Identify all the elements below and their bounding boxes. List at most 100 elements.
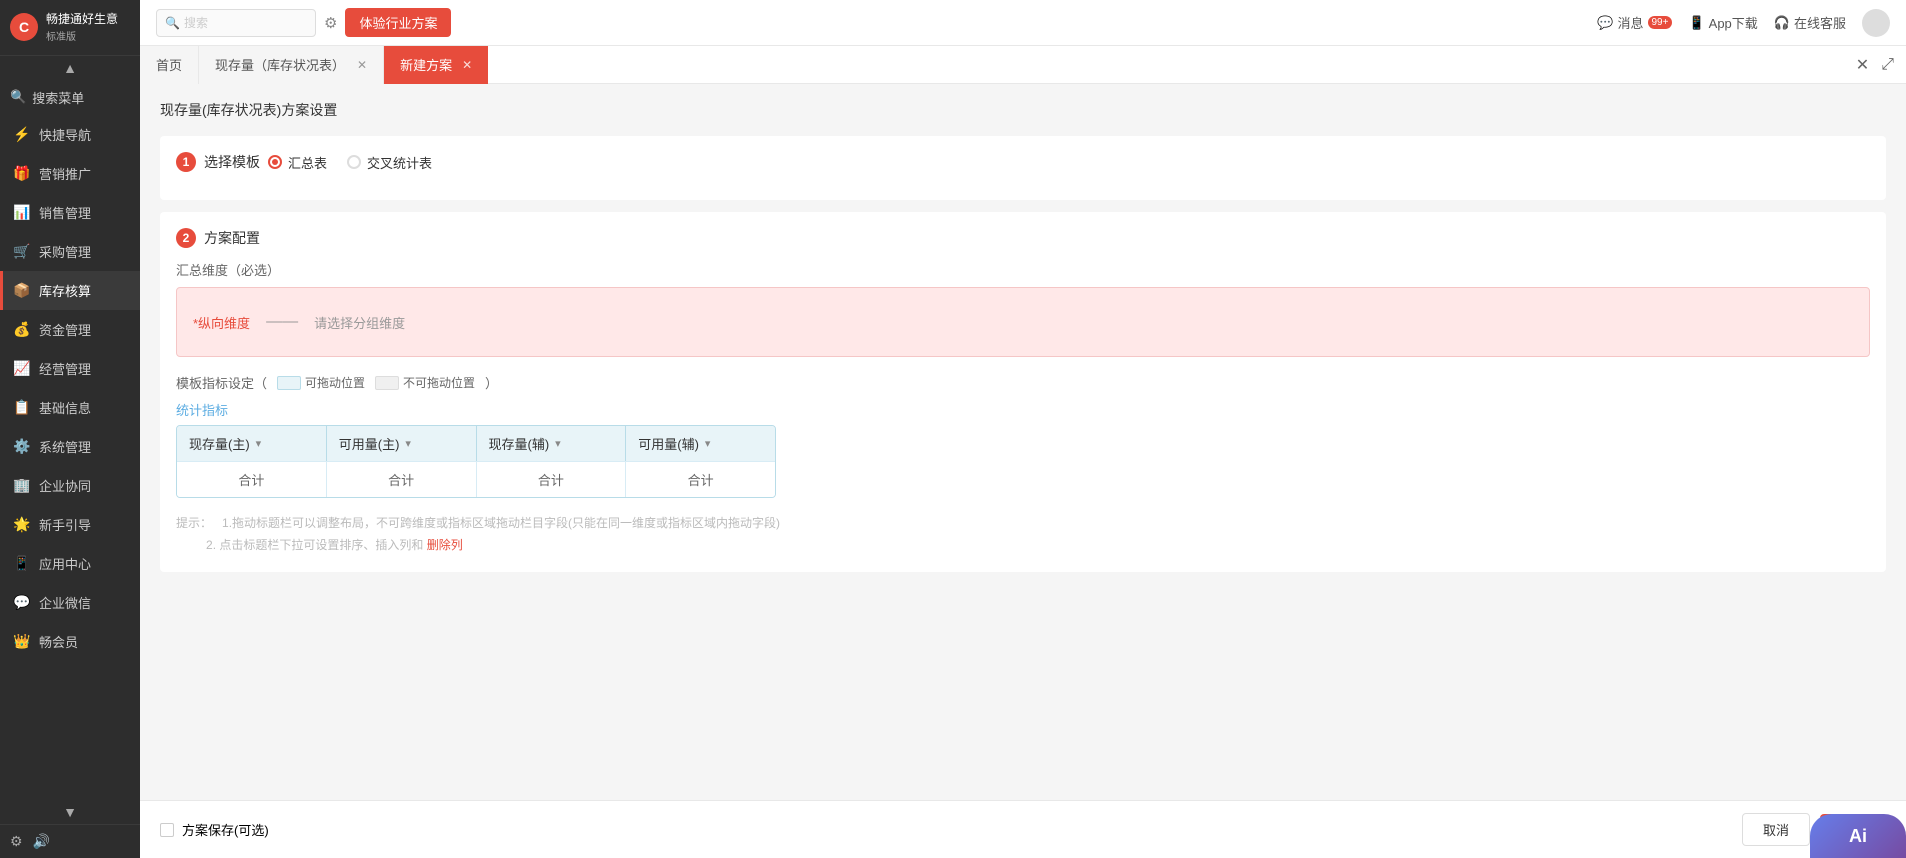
chevron-down-icon-4: ▾ <box>705 437 711 450</box>
sidebar-item-member[interactable]: 👑 畅会员 <box>0 622 140 661</box>
sidebar-scroll-up[interactable]: ▲ <box>0 56 140 80</box>
sidebar-item-marketing[interactable]: 🎁 营销推广 <box>0 154 140 193</box>
radio-cross-dot <box>347 155 361 169</box>
template-label-text: 模板指标设定（ <box>176 373 267 392</box>
sidebar-item-finance[interactable]: 💰 资金管理 <box>0 310 140 349</box>
main-area: 🔍 搜索 ⚙ 体验行业方案 💬 消息 99+ 📱 App下载 🎧 在线客服 <box>140 0 1906 858</box>
tip1-text: 提示： 1.拖动标题栏可以调整布局，不可跨维度或指标区域拖动栏目字段(只能在同一… <box>176 513 1870 535</box>
app-download-label: App下载 <box>1709 13 1758 32</box>
dimension-box: *纵向维度 —— 请选择分组维度 <box>176 287 1870 357</box>
indicator-col-1[interactable]: 现存量(主) ▾ <box>177 426 327 461</box>
wecom-icon: 💬 <box>13 593 31 611</box>
legend-draggable-box <box>277 376 301 390</box>
online-service-item[interactable]: 🎧 在线客服 <box>1774 13 1846 32</box>
chevron-down-icon-2: ▾ <box>405 437 411 450</box>
tab-inventory-status[interactable]: 现存量（库存状况表） ✕ <box>199 46 384 84</box>
sidebar-item-appstore[interactable]: 📱 应用中心 <box>0 544 140 583</box>
settings-icon[interactable]: ⚙ <box>324 14 337 32</box>
dimension-placeholder: 请选择分组维度 <box>314 313 405 332</box>
tabs-bar: 首页 现存量（库存状况表） ✕ 新建方案 ✕ ✕ ⤢ <box>140 46 1906 84</box>
tab-new-scheme[interactable]: 新建方案 ✕ <box>384 46 488 84</box>
topbar-search-box[interactable]: 🔍 搜索 <box>156 9 316 37</box>
sidebar-item-operation[interactable]: 📈 经营管理 <box>0 349 140 388</box>
sidebar-item-purchase[interactable]: 🛒 采购管理 <box>0 232 140 271</box>
sidebar-search[interactable]: 🔍 搜索菜单 <box>0 80 140 115</box>
legend-draggable-label: 可拖动位置 <box>305 374 365 391</box>
template-radio-group: 汇总表 交叉统计表 <box>268 153 432 172</box>
step1-badge: 1 <box>176 152 196 172</box>
save-option-label: 方案保存(可选) <box>182 820 269 839</box>
sidebar-item-system[interactable]: ⚙️ 系统管理 <box>0 427 140 466</box>
indicator-sub-2: 合计 <box>327 462 477 497</box>
tips-title: 提示： <box>176 516 212 530</box>
topbar-left: 🔍 搜索 ⚙ 体验行业方案 <box>156 8 1587 37</box>
legend-non-draggable-box <box>375 376 399 390</box>
indicator-col-2[interactable]: 可用量(主) ▾ <box>327 426 477 461</box>
indicator-table-header: 现存量(主) ▾ 可用量(主) ▾ 现存量(辅) ▾ 可用量(辅) <box>177 426 775 461</box>
radio-summary-label: 汇总表 <box>288 153 327 172</box>
sidebar-item-quick-nav[interactable]: ⚡ 快捷导航 <box>0 115 140 154</box>
sidebar-item-label: 经营管理 <box>39 359 91 378</box>
tab-inventory-status-label: 现存量（库存状况表） <box>215 55 345 74</box>
finance-icon: 💰 <box>13 320 31 338</box>
sidebar-item-sales[interactable]: 📊 销售管理 <box>0 193 140 232</box>
sales-icon: 📊 <box>13 203 31 221</box>
tab-new-scheme-label: 新建方案 <box>400 55 452 74</box>
settings-bottom-icon[interactable]: ⚙ <box>10 833 23 850</box>
save-option-checkbox[interactable] <box>160 823 174 837</box>
sidebar-item-label: 企业协同 <box>39 476 91 495</box>
sidebar-item-enterprise[interactable]: 🏢 企业协同 <box>0 466 140 505</box>
indicator-sub-1: 合计 <box>177 462 327 497</box>
close-panel-button[interactable]: ✕ <box>1852 55 1873 75</box>
sidebar-item-basic[interactable]: 📋 基础信息 <box>0 388 140 427</box>
trial-button[interactable]: 体验行业方案 <box>345 8 451 37</box>
topbar-search-placeholder: 搜索 <box>184 14 208 31</box>
tips-section: 提示： 1.拖动标题栏可以调整布局，不可跨维度或指标区域拖动栏目字段(只能在同一… <box>176 513 1870 556</box>
sidebar-nav: ⚡ 快捷导航 🎁 营销推广 📊 销售管理 🛒 采购管理 📦 库存核算 💰 资金管… <box>0 115 140 800</box>
indicator-col-2-label: 可用量(主) <box>339 434 400 453</box>
expand-panel-button[interactable]: ⤢ <box>1877 56 1898 74</box>
dimension-section: 汇总维度（必选） *纵向维度 —— 请选择分组维度 <box>176 260 1870 357</box>
tab-inventory-status-close[interactable]: ✕ <box>357 58 367 72</box>
radio-summary[interactable]: 汇总表 <box>268 153 327 172</box>
topbar-search-icon: 🔍 <box>165 16 180 30</box>
step1-title: 选择模板 <box>204 152 260 172</box>
sidebar-item-inventory[interactable]: 📦 库存核算 <box>0 271 140 310</box>
indicator-col-4[interactable]: 可用量(辅) ▾ <box>626 426 775 461</box>
tab-new-scheme-close[interactable]: ✕ <box>462 58 472 72</box>
step2-header: 2 方案配置 <box>176 228 1870 248</box>
indicator-table: 现存量(主) ▾ 可用量(主) ▾ 现存量(辅) ▾ 可用量(辅) <box>176 425 776 498</box>
sidebar-item-newbie[interactable]: 🌟 新手引导 <box>0 505 140 544</box>
sidebar-item-wecom[interactable]: 💬 企业微信 <box>0 583 140 622</box>
step1-section: 1 选择模板 汇总表 交叉统计表 <box>160 136 1886 200</box>
topbar-right: 💬 消息 99+ 📱 App下载 🎧 在线客服 <box>1597 9 1890 37</box>
sidebar-item-label: 新手引导 <box>39 515 91 534</box>
tab-home[interactable]: 首页 <box>140 46 199 84</box>
message-item[interactable]: 💬 消息 99+ <box>1597 13 1672 32</box>
user-avatar[interactable] <box>1862 9 1890 37</box>
basic-icon: 📋 <box>13 398 31 416</box>
sidebar-item-label: 基础信息 <box>39 398 91 417</box>
indicator-sub-4: 合计 <box>626 462 775 497</box>
app-download-item[interactable]: 📱 App下载 <box>1688 13 1757 32</box>
sidebar-item-label: 库存核算 <box>39 281 91 300</box>
cancel-button[interactable]: 取消 <box>1742 813 1810 846</box>
logo: C 畅捷通好生意 标准版 <box>0 0 140 56</box>
sidebar: C 畅捷通好生意 标准版 ▲ 🔍 搜索菜单 ⚡ 快捷导航 🎁 营销推广 📊 销售… <box>0 0 140 858</box>
indicator-col-4-label: 可用量(辅) <box>638 434 699 453</box>
indicator-col-3[interactable]: 现存量(辅) ▾ <box>477 426 627 461</box>
indicator-table-row: 合计 合计 合计 合计 <box>177 461 775 497</box>
sound-bottom-icon[interactable]: 🔊 <box>33 833 50 850</box>
sidebar-scroll-down[interactable]: ▼ <box>0 800 140 824</box>
appstore-icon: 📱 <box>13 554 31 572</box>
panel-controls: ✕ ⤢ <box>1844 55 1906 75</box>
radio-cross[interactable]: 交叉统计表 <box>347 153 432 172</box>
sidebar-item-label: 系统管理 <box>39 437 91 456</box>
tip2-link[interactable]: 删除列 <box>427 538 463 552</box>
radio-cross-label: 交叉统计表 <box>367 153 432 172</box>
ai-assistant-button[interactable]: Ai <box>1810 814 1906 858</box>
step2-section: 2 方案配置 汇总维度（必选） *纵向维度 —— 请选择分组维度 模板指标设定（ <box>160 212 1886 572</box>
sidebar-item-label: 快捷导航 <box>39 125 91 144</box>
phone-icon: 📱 <box>1688 15 1704 31</box>
tip2-text: 2. 点击标题栏下拉可设置排序、插入列和 删除列 <box>176 535 1870 557</box>
